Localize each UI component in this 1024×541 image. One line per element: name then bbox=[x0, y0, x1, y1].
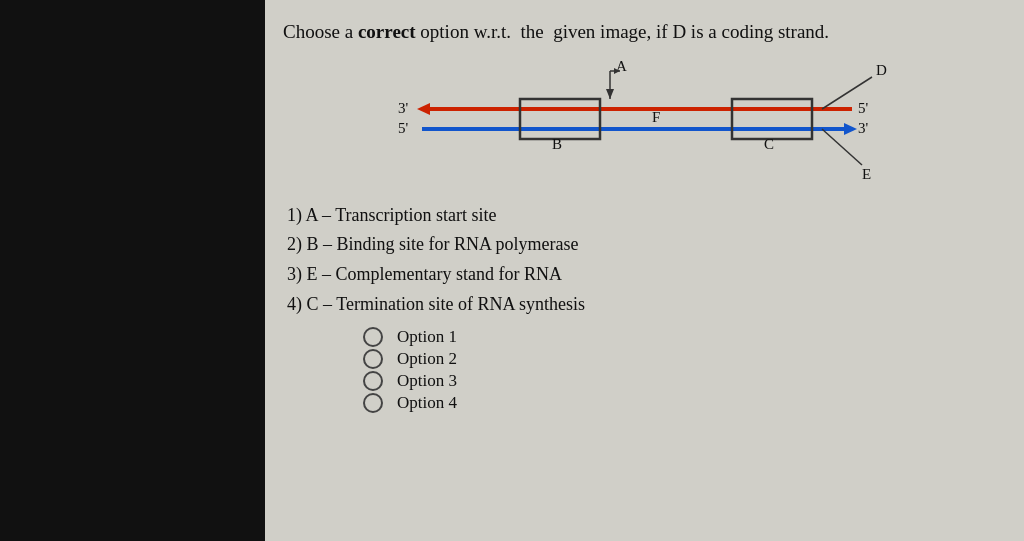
option-3: 3) E – Complementary stand for RNA bbox=[287, 260, 1000, 290]
question-text: Choose a correct option w.r.t. the given… bbox=[283, 18, 1000, 47]
radio-item-1[interactable]: Option 1 bbox=[363, 327, 1000, 347]
svg-text:E: E bbox=[862, 166, 871, 182]
svg-text:F: F bbox=[652, 109, 660, 125]
svg-text:3': 3' bbox=[398, 100, 409, 116]
radio-item-2[interactable]: Option 2 bbox=[363, 349, 1000, 369]
option-1: 1) A – Transcription start site bbox=[287, 201, 1000, 231]
radio-circle-1[interactable] bbox=[363, 327, 383, 347]
radio-circle-4[interactable] bbox=[363, 393, 383, 413]
option-2: 2) B – Binding site for RNA polymerase bbox=[287, 230, 1000, 260]
radio-label-2: Option 2 bbox=[397, 349, 457, 369]
svg-rect-5 bbox=[732, 99, 812, 139]
svg-text:5': 5' bbox=[398, 120, 409, 136]
svg-text:B: B bbox=[552, 136, 562, 152]
content-area: Choose a correct option w.r.t. the given… bbox=[265, 0, 1024, 541]
radio-item-4[interactable]: Option 4 bbox=[363, 393, 1000, 413]
svg-text:C: C bbox=[764, 136, 774, 152]
radio-options-group: Option 1 Option 2 Option 3 Option 4 bbox=[283, 327, 1000, 413]
radio-label-4: Option 4 bbox=[397, 393, 457, 413]
radio-label-3: Option 3 bbox=[397, 371, 457, 391]
radio-circle-3[interactable] bbox=[363, 371, 383, 391]
svg-rect-4 bbox=[520, 99, 600, 139]
radio-label-1: Option 1 bbox=[397, 327, 457, 347]
diagram-container: 3' 5' 5' 3' A B F C D bbox=[283, 57, 1000, 187]
radio-circle-2[interactable] bbox=[363, 349, 383, 369]
svg-text:D: D bbox=[876, 62, 887, 78]
options-list: 1) A – Transcription start site 2) B – B… bbox=[283, 201, 1000, 320]
svg-text:3': 3' bbox=[858, 120, 869, 136]
svg-marker-3 bbox=[844, 123, 857, 135]
radio-item-3[interactable]: Option 3 bbox=[363, 371, 1000, 391]
left-black-panel bbox=[0, 0, 265, 541]
svg-text:5': 5' bbox=[858, 100, 869, 116]
svg-marker-11 bbox=[606, 89, 614, 99]
svg-line-20 bbox=[822, 129, 862, 165]
diagram-svg: 3' 5' 5' 3' A B F C D bbox=[362, 57, 922, 187]
svg-marker-1 bbox=[417, 103, 430, 115]
option-4: 4) C – Termination site of RNA synthesis bbox=[287, 290, 1000, 320]
